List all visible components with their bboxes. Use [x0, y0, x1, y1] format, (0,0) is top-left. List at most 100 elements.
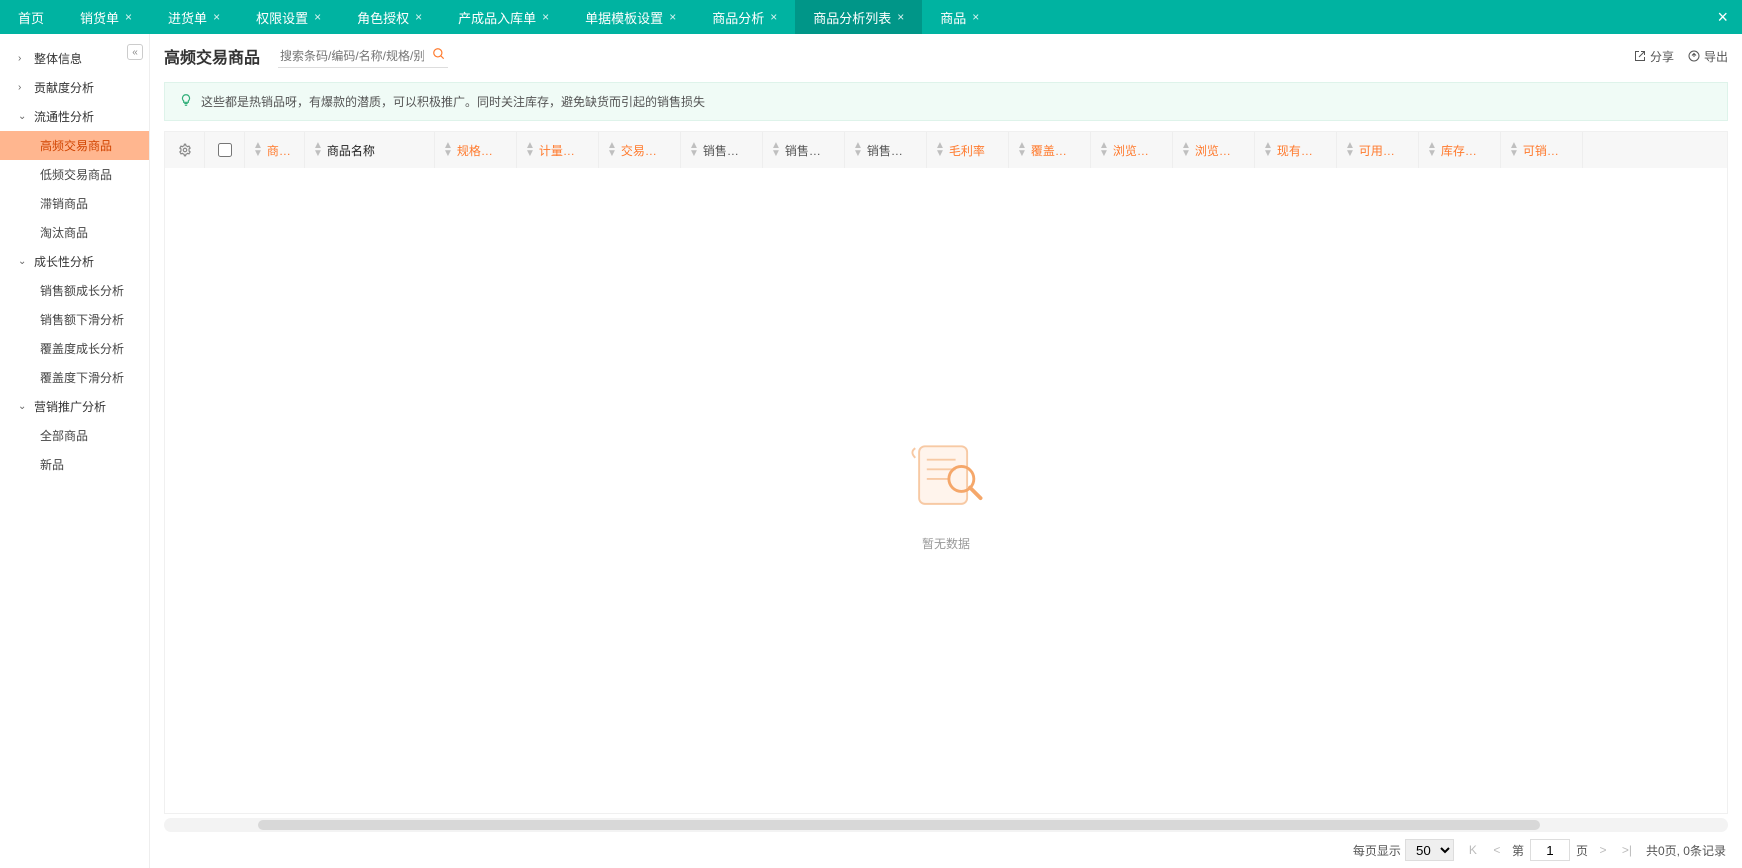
empty-state: 暂无数据	[165, 168, 1727, 813]
sidebar-group-贡献度分析[interactable]: ›贡献度分析	[0, 73, 149, 102]
tab-商品[interactable]: 商品×	[922, 0, 997, 34]
tab-close-icon[interactable]: ×	[415, 10, 422, 24]
column-header[interactable]: ▲▼毛利率	[927, 132, 1009, 168]
sidebar-group-流通性分析[interactable]: ⌄流通性分析	[0, 102, 149, 131]
tab-单据模板设置[interactable]: 单据模板设置×	[567, 0, 694, 34]
sort-icon[interactable]: ▲▼	[689, 142, 699, 158]
sidebar-group-营销推广分析[interactable]: ⌄营销推广分析	[0, 392, 149, 421]
tab-进货单[interactable]: 进货单×	[150, 0, 238, 34]
sidebar-item-新品[interactable]: 新品	[0, 450, 149, 479]
tab-商品分析列表[interactable]: 商品分析列表×	[795, 0, 922, 34]
sidebar-item-覆盖度成长分析[interactable]: 覆盖度成长分析	[0, 334, 149, 363]
column-header[interactable]: ▲▼销售…	[845, 132, 927, 168]
sort-icon[interactable]: ▲▼	[1017, 142, 1027, 158]
sort-icon[interactable]: ▲▼	[525, 142, 535, 158]
sort-icon[interactable]: ▲▼	[607, 142, 617, 158]
sort-icon[interactable]: ▲▼	[1509, 142, 1519, 158]
page-title: 高频交易商品	[164, 44, 260, 68]
column-header[interactable]: ▲▼销售…	[763, 132, 845, 168]
tab-角色授权[interactable]: 角色授权×	[339, 0, 440, 34]
tab-权限设置[interactable]: 权限设置×	[238, 0, 339, 34]
next-page-button[interactable]: >	[1594, 843, 1612, 857]
export-icon	[1688, 50, 1700, 62]
empty-icon	[898, 429, 994, 525]
column-header[interactable]: ▲▼库存…	[1419, 132, 1501, 168]
sidebar-group-成长性分析[interactable]: ⌄成长性分析	[0, 247, 149, 276]
column-header[interactable]: ▲▼商…	[245, 132, 305, 168]
column-header[interactable]: ▲▼规格…	[435, 132, 517, 168]
close-all-tabs-button[interactable]: ×	[1709, 0, 1736, 34]
pagination: 每页显示 50 K < 第 页 > >| 共0页, 0条记录	[150, 832, 1742, 868]
search-input[interactable]	[278, 45, 448, 68]
horizontal-scrollbar[interactable]	[164, 818, 1728, 832]
column-header[interactable]: ▲▼浏览…	[1091, 132, 1173, 168]
sidebar-item-低频交易商品[interactable]: 低频交易商品	[0, 160, 149, 189]
tip-text: 这些都是热销品呀，有爆款的潜质，可以积极推广。同时关注库存，避免缺货而引起的销售…	[201, 93, 705, 110]
share-icon	[1634, 50, 1646, 62]
gear-icon	[178, 143, 192, 157]
toolbar: 高频交易商品 分享 导出	[150, 34, 1742, 78]
column-header[interactable]: ▲▼可用…	[1337, 132, 1419, 168]
sort-icon[interactable]: ▲▼	[853, 142, 863, 158]
tip-banner: 这些都是热销品呀，有爆款的潜质，可以积极推广。同时关注库存，避免缺货而引起的销售…	[164, 82, 1728, 121]
sort-icon[interactable]: ▲▼	[1099, 142, 1109, 158]
sidebar-item-滞销商品[interactable]: 滞销商品	[0, 189, 149, 218]
sort-icon[interactable]: ▲▼	[1181, 142, 1191, 158]
column-header[interactable]: ▲▼覆盖…	[1009, 132, 1091, 168]
sidebar-item-覆盖度下滑分析[interactable]: 覆盖度下滑分析	[0, 363, 149, 392]
sidebar-item-销售额成长分析[interactable]: 销售额成长分析	[0, 276, 149, 305]
tab-首页[interactable]: 首页	[0, 0, 62, 34]
select-all-checkbox[interactable]	[205, 132, 245, 168]
sort-icon[interactable]: ▲▼	[771, 142, 781, 158]
sort-icon[interactable]: ▲▼	[935, 142, 945, 158]
column-header[interactable]: ▲▼计量…	[517, 132, 599, 168]
chevron-icon: ⌄	[18, 111, 28, 122]
sidebar-item-销售额下滑分析[interactable]: 销售额下滑分析	[0, 305, 149, 334]
chevron-icon: ›	[18, 53, 28, 64]
export-button[interactable]: 导出	[1688, 48, 1728, 65]
table-header: ▲▼商…▲▼商品名称▲▼规格…▲▼计量…▲▼交易…▲▼销售…▲▼销售…▲▼销售……	[165, 132, 1727, 168]
page-total: 共0页, 0条记录	[1646, 842, 1726, 859]
collapse-sidebar-button[interactable]: «	[127, 44, 143, 60]
page-input[interactable]	[1530, 839, 1570, 861]
first-page-button[interactable]: K	[1464, 843, 1482, 857]
column-settings-button[interactable]	[165, 132, 205, 168]
chevron-icon: ⌄	[18, 256, 28, 267]
share-button[interactable]: 分享	[1634, 48, 1674, 65]
tab-close-icon[interactable]: ×	[770, 10, 777, 24]
column-header[interactable]: ▲▼销售…	[681, 132, 763, 168]
sort-icon[interactable]: ▲▼	[313, 142, 323, 158]
chevron-icon: ⌄	[18, 401, 28, 412]
last-page-button[interactable]: >|	[1618, 843, 1636, 857]
tab-商品分析[interactable]: 商品分析×	[694, 0, 795, 34]
sidebar-item-淘汰商品[interactable]: 淘汰商品	[0, 218, 149, 247]
sort-icon[interactable]: ▲▼	[443, 142, 453, 158]
search-icon[interactable]	[432, 47, 446, 64]
tab-close-icon[interactable]: ×	[542, 10, 549, 24]
tab-销货单[interactable]: 销货单×	[62, 0, 150, 34]
tab-close-icon[interactable]: ×	[125, 10, 132, 24]
column-header[interactable]: ▲▼现有…	[1255, 132, 1337, 168]
prev-page-button[interactable]: <	[1488, 843, 1506, 857]
sort-icon[interactable]: ▲▼	[253, 142, 263, 158]
sidebar-item-全部商品[interactable]: 全部商品	[0, 421, 149, 450]
empty-text: 暂无数据	[922, 535, 970, 552]
sidebar: « ›整体信息›贡献度分析⌄流通性分析高频交易商品低频交易商品滞销商品淘汰商品⌄…	[0, 34, 150, 868]
tab-close-icon[interactable]: ×	[213, 10, 220, 24]
sort-icon[interactable]: ▲▼	[1345, 142, 1355, 158]
column-header[interactable]: ▲▼交易…	[599, 132, 681, 168]
page-size-select[interactable]: 50	[1405, 839, 1454, 861]
column-header[interactable]: ▲▼可销…	[1501, 132, 1583, 168]
tab-close-icon[interactable]: ×	[314, 10, 321, 24]
sidebar-item-高频交易商品[interactable]: 高频交易商品	[0, 131, 149, 160]
tab-close-icon[interactable]: ×	[669, 10, 676, 24]
sort-icon[interactable]: ▲▼	[1427, 142, 1437, 158]
tab-close-icon[interactable]: ×	[897, 10, 904, 24]
sort-icon[interactable]: ▲▼	[1263, 142, 1273, 158]
column-header[interactable]: ▲▼商品名称	[305, 132, 435, 168]
tab-产成品入库单[interactable]: 产成品入库单×	[440, 0, 567, 34]
tab-close-icon[interactable]: ×	[972, 10, 979, 24]
bulb-icon	[179, 93, 193, 110]
column-header[interactable]: ▲▼浏览…	[1173, 132, 1255, 168]
per-page-label: 每页显示	[1353, 842, 1401, 859]
